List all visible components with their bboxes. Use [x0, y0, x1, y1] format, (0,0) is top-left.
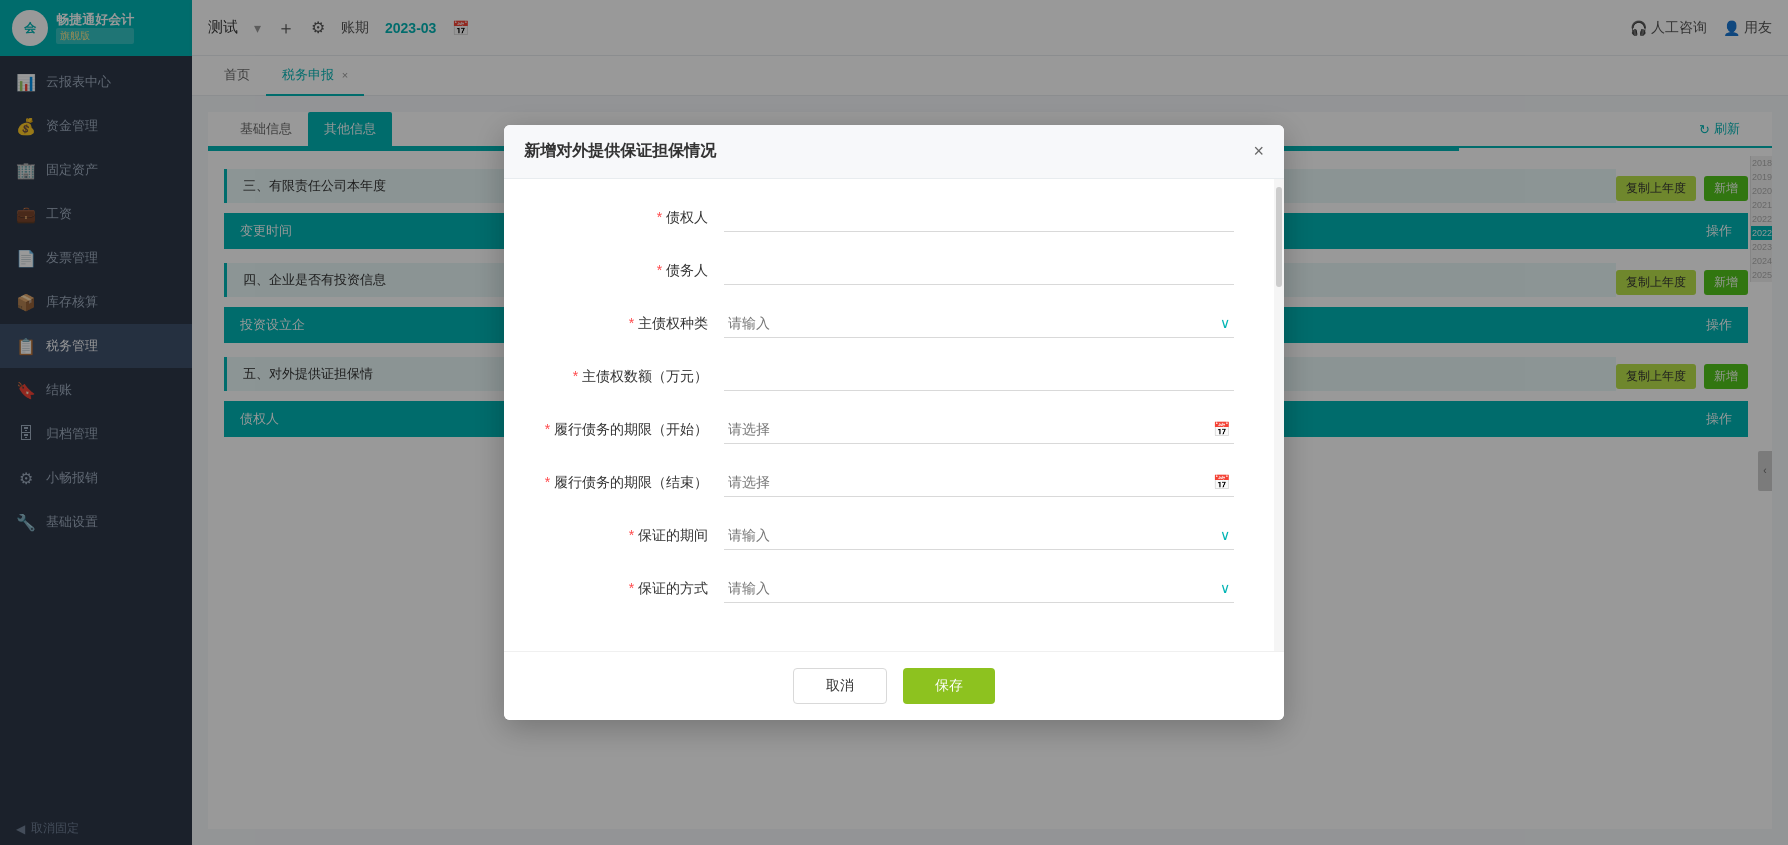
debt-type-input[interactable] [724, 309, 1216, 337]
guarantee-period-input[interactable] [724, 521, 1216, 549]
label-debt-amount: * 主债权数额（万元） [544, 368, 724, 386]
label-period-start: * 履行债务的期限（开始） [544, 421, 724, 439]
form-row-period-end: * 履行债务的期限（结束） 📅 [544, 468, 1234, 497]
dialog-header: 新增对外提供保证担保情况 × [504, 125, 1284, 179]
form-row-debtor: * 债务人 [544, 256, 1234, 285]
chevron-down-icon[interactable]: ∨ [1216, 315, 1234, 331]
form-row-creditor: * 债权人 [544, 203, 1234, 232]
label-debtor: * 债务人 [544, 262, 724, 280]
dialog-close-icon[interactable]: × [1253, 141, 1264, 162]
calendar-icon[interactable]: 📅 [1209, 474, 1234, 490]
scrollbar-thumb [1276, 187, 1282, 287]
required-star: * [573, 368, 578, 384]
form-row-guarantee-method: * 保证的方式 ∨ [544, 574, 1234, 603]
dialog-footer: 取消 保存 [504, 651, 1284, 720]
period-start-input[interactable] [724, 415, 1209, 443]
label-period-end: * 履行债务的期限（结束） [544, 474, 724, 492]
label-guarantee-method: * 保证的方式 [544, 580, 724, 598]
period-end-input[interactable] [724, 468, 1209, 496]
form-row-guarantee-period: * 保证的期间 ∨ [544, 521, 1234, 550]
select-debt-type[interactable]: ∨ [724, 309, 1234, 338]
cancel-button[interactable]: 取消 [793, 668, 887, 704]
calendar-icon[interactable]: 📅 [1209, 421, 1234, 437]
select-guarantee-period[interactable]: ∨ [724, 521, 1234, 550]
required-star: * [629, 315, 634, 331]
input-creditor[interactable] [724, 203, 1234, 232]
date-period-end[interactable]: 📅 [724, 468, 1234, 497]
form-row-debt-type: * 主债权种类 ∨ [544, 309, 1234, 338]
label-creditor: * 债权人 [544, 209, 724, 227]
dialog: 新增对外提供保证担保情况 × * 债权人 * 债务人 [504, 125, 1284, 720]
required-star: * [629, 527, 634, 543]
required-star: * [545, 474, 550, 490]
dialog-scrollbar[interactable] [1274, 179, 1284, 651]
required-star: * [657, 262, 662, 278]
label-debt-type: * 主债权种类 [544, 315, 724, 333]
label-guarantee-period: * 保证的期间 [544, 527, 724, 545]
chevron-down-icon[interactable]: ∨ [1216, 580, 1234, 596]
required-star: * [629, 580, 634, 596]
form-row-debt-amount: * 主债权数额（万元） [544, 362, 1234, 391]
input-debtor[interactable] [724, 256, 1234, 285]
guarantee-method-input[interactable] [724, 574, 1216, 602]
required-star: * [657, 209, 662, 225]
required-star: * [545, 421, 550, 437]
input-debt-amount[interactable] [724, 362, 1234, 391]
date-period-start[interactable]: 📅 [724, 415, 1234, 444]
dialog-title: 新增对外提供保证担保情况 [524, 141, 716, 162]
dialog-body: * 债权人 * 债务人 * 主债权种类 [504, 179, 1274, 651]
save-button[interactable]: 保存 [903, 668, 995, 704]
form-row-period-start: * 履行债务的期限（开始） 📅 [544, 415, 1234, 444]
chevron-down-icon[interactable]: ∨ [1216, 527, 1234, 543]
dialog-overlay: 新增对外提供保证担保情况 × * 债权人 * 债务人 [0, 0, 1788, 845]
select-guarantee-method[interactable]: ∨ [724, 574, 1234, 603]
